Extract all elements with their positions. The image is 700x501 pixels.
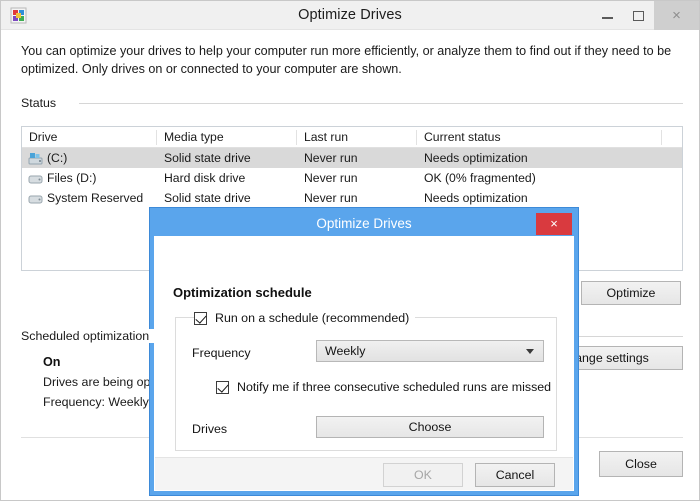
table-row[interactable]: Files (D:) Hard disk drive Never run OK …: [22, 168, 682, 188]
frequency-label: Frequency: [192, 346, 251, 360]
notify-row[interactable]: Notify me if three consecutive scheduled…: [216, 380, 551, 394]
run-on-schedule-checkbox[interactable]: [194, 311, 207, 325]
table-row[interactable]: System Reserved Solid state drive Never …: [22, 188, 682, 208]
minimize-icon: [602, 17, 613, 19]
run-on-schedule-row[interactable]: Run on a schedule (recommended): [194, 309, 416, 327]
window-controls: ×: [592, 1, 699, 30]
cell-last-run: Never run: [304, 151, 358, 165]
optimize-button[interactable]: Optimize: [581, 281, 681, 305]
dialog-titlebar: Optimize Drives ×: [154, 212, 574, 236]
table-row[interactable]: (C:) Solid state drive Never run Needs o…: [22, 148, 682, 168]
status-section-label: Status: [21, 96, 65, 110]
notify-checkbox[interactable]: [216, 380, 229, 394]
frequency-value: Weekly: [325, 344, 366, 358]
window-titlebar: Optimize Drives ×: [1, 1, 699, 30]
column-header-media-type[interactable]: Media type: [157, 127, 224, 148]
dialog-heading: Optimization schedule: [173, 285, 312, 300]
cell-last-run: Never run: [304, 191, 358, 205]
status-section-divider: [79, 103, 683, 104]
dialog-title: Optimize Drives: [316, 216, 412, 231]
cell-media-type: Solid state drive: [164, 191, 251, 205]
minimize-button[interactable]: [592, 1, 623, 30]
cell-drive: (C:): [47, 151, 68, 165]
maximize-button[interactable]: [623, 1, 654, 30]
notify-label: Notify me if three consecutive scheduled…: [237, 380, 552, 394]
cell-media-type: Solid state drive: [164, 151, 251, 165]
cell-media-type: Hard disk drive: [164, 171, 246, 185]
chevron-down-icon: [526, 349, 534, 354]
dialog-ok-button[interactable]: OK: [383, 463, 463, 487]
close-button[interactable]: Close: [599, 451, 683, 477]
window-close-button[interactable]: ×: [654, 1, 699, 30]
optimization-schedule-dialog: Optimize Drives × Optimization schedule …: [150, 208, 578, 495]
screen: Optimize Drives × You can optimize your …: [0, 0, 700, 501]
dialog-body: Optimization schedule Run on a schedule …: [154, 236, 574, 491]
cell-drive: System Reserved: [47, 191, 144, 205]
dialog-close-button[interactable]: ×: [536, 213, 572, 235]
schedule-description: Drives are being optim: [43, 375, 167, 389]
intro-text: You can optimize your drives to help you…: [21, 44, 672, 76]
cell-current-status: Needs optimization: [424, 151, 528, 165]
column-header-current-status[interactable]: Current status: [417, 127, 501, 148]
schedule-state: On: [43, 355, 61, 369]
maximize-icon: [633, 11, 644, 21]
cell-current-status: OK (0% fragmented): [424, 171, 536, 185]
column-header-last-run[interactable]: Last run: [297, 127, 348, 148]
schedule-frequency: Frequency: Weekly: [43, 395, 149, 409]
scheduled-optimization-label: Scheduled optimization: [21, 329, 158, 343]
drive-list-header: Drive Media type Last run Current status: [22, 127, 682, 148]
close-icon: ×: [672, 7, 681, 24]
frequency-select[interactable]: Weekly: [316, 340, 544, 362]
dialog-footer: OK Cancel: [155, 458, 573, 490]
dialog-cancel-button[interactable]: Cancel: [475, 463, 555, 487]
schedule-groupbox: Run on a schedule (recommended) Frequenc…: [175, 309, 557, 451]
choose-drives-button[interactable]: Choose: [316, 416, 544, 438]
column-header-drive[interactable]: Drive: [22, 127, 57, 148]
drives-label: Drives: [192, 422, 228, 436]
cell-last-run: Never run: [304, 171, 358, 185]
cell-drive: Files (D:): [47, 171, 97, 185]
run-on-schedule-label: Run on a schedule (recommended): [215, 311, 410, 325]
column-separator[interactable]: [661, 130, 662, 145]
cell-current-status: Needs optimization: [424, 191, 528, 205]
